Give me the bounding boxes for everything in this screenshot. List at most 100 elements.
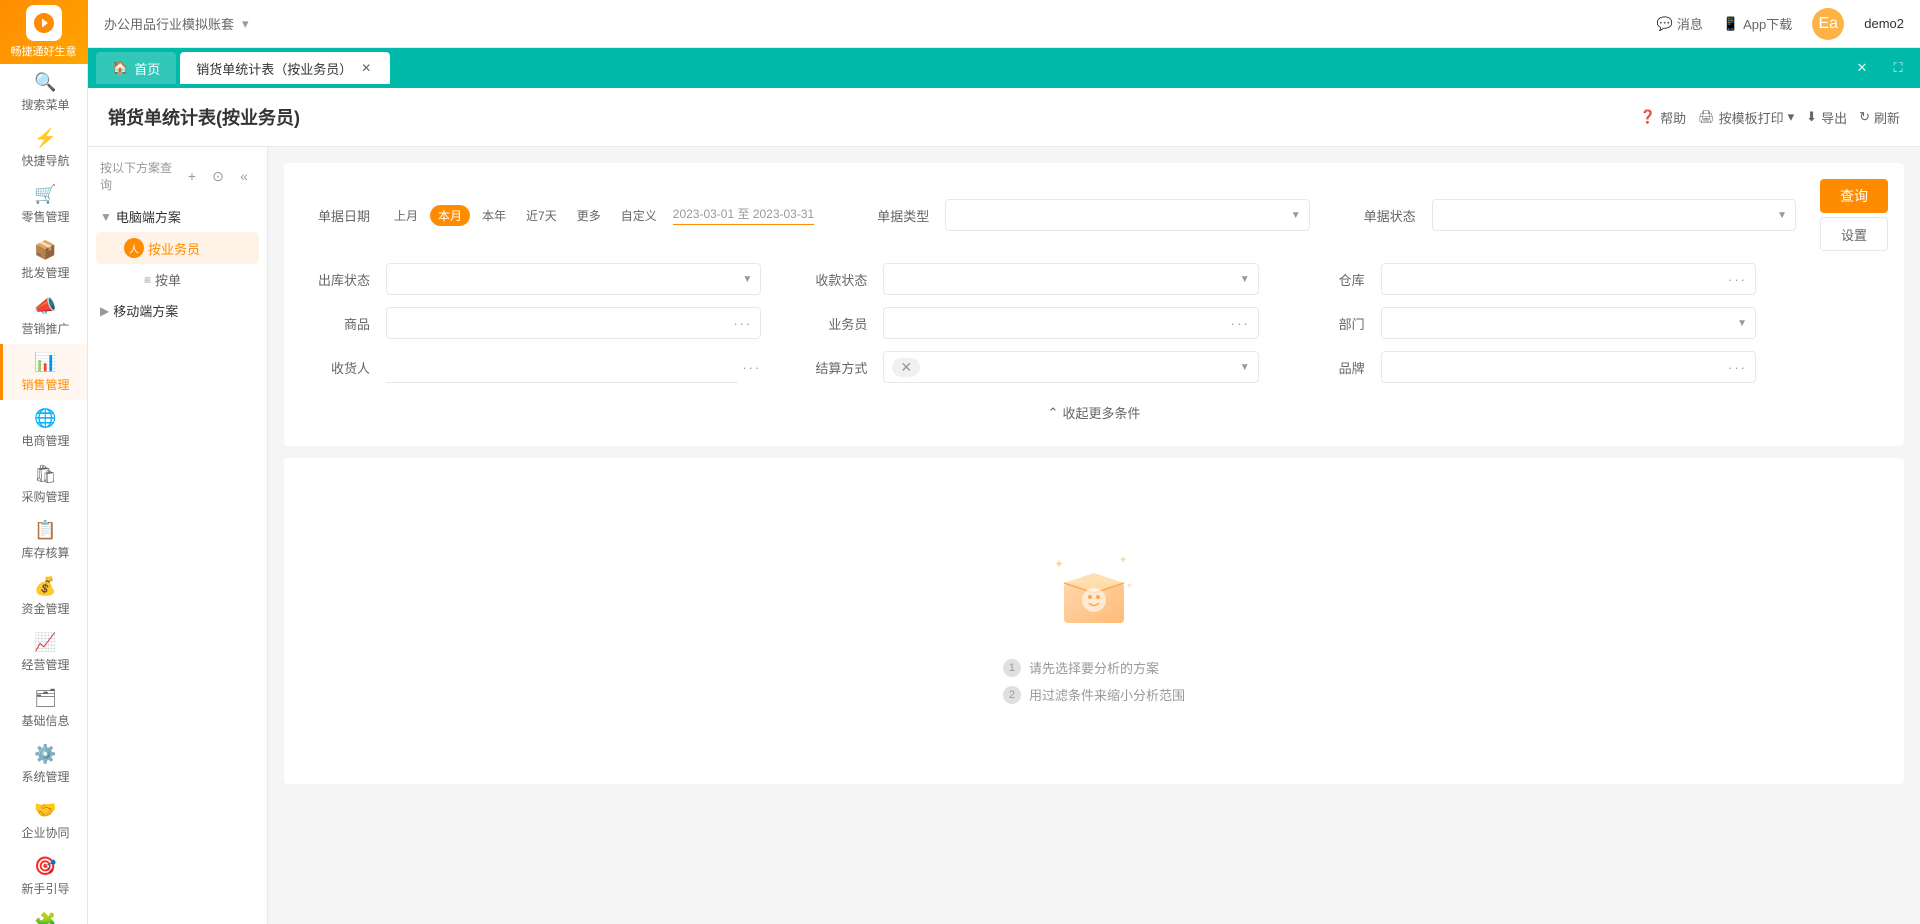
sidebar-item-finance[interactable]: 💰 资金管理: [0, 568, 87, 624]
order-status-arrow: ▼: [1777, 210, 1787, 221]
add-scheme-btn[interactable]: +: [181, 165, 203, 187]
brand-dots[interactable]: ···: [1728, 360, 1747, 375]
out-status-select[interactable]: ▼: [386, 263, 761, 295]
tree-parent-mobile[interactable]: ▶ 移动端方案: [96, 295, 259, 326]
sidebar-item-wholesale[interactable]: 📦 批发管理: [0, 232, 87, 288]
breadcrumb: 办公用品行业模拟账套: [104, 14, 234, 33]
page-title: 销货单统计表(按业务员): [108, 104, 300, 146]
export-btn[interactable]: ⬇ 导出: [1806, 108, 1847, 127]
sidebar-item-sales[interactable]: 📊 销售管理: [0, 344, 87, 400]
warehouse-select[interactable]: ···: [1381, 263, 1756, 295]
sidebar-item-operations[interactable]: 📈 经营管理: [0, 624, 87, 680]
app-download-action[interactable]: 📱 App下载: [1723, 14, 1792, 33]
newbie-icon: 🎯: [34, 856, 56, 877]
sidebar-item-newbie[interactable]: 🎯 新手引导: [0, 848, 87, 904]
left-panel: 按以下方案查询 + ⊙ « ▼ 电脑端方案 人 按业务员 ≡ 按单: [88, 147, 268, 924]
tree-arrow-right: ▶: [100, 304, 109, 318]
date-tab-last-7[interactable]: 近7天: [518, 205, 565, 226]
marketing-icon: 📣: [34, 296, 56, 317]
settlement-select[interactable]: ✕ ▼: [883, 351, 1258, 383]
settlement-clear-btn[interactable]: ✕: [900, 359, 912, 376]
app-download-label: App下载: [1743, 14, 1792, 33]
sidebar-item-marketing[interactable]: 📣 营销推广: [0, 288, 87, 344]
sidebar-item-system[interactable]: ⚙️ 系统管理: [0, 736, 87, 792]
goods-select[interactable]: ···: [386, 307, 761, 339]
settings-btn[interactable]: 设置: [1820, 217, 1888, 251]
template-print-btn[interactable]: 🖨 按模板打印 ▾: [1698, 108, 1794, 127]
help-btn[interactable]: ❓ 帮助: [1640, 108, 1686, 127]
topbar-right: 💬 消息 📱 App下载 Ea demo2: [1657, 8, 1904, 40]
salesperson-label: 业务员: [797, 314, 867, 333]
refresh-btn[interactable]: ↻ 刷新: [1859, 108, 1900, 127]
tree-child-by-salesperson[interactable]: 人 按业务员: [96, 232, 259, 264]
date-tab-this-year[interactable]: 本年: [474, 205, 514, 226]
sidebar-item-apps[interactable]: 🧩 应用中心: [0, 904, 87, 924]
salesperson-select[interactable]: ···: [883, 307, 1258, 339]
order-scheme-icon: ≡: [144, 273, 151, 287]
username-label[interactable]: demo2: [1864, 16, 1904, 31]
app-logo[interactable]: 畅捷通好生意: [0, 0, 88, 64]
tab-expand-btn[interactable]: ⛶: [1884, 54, 1912, 82]
sidebar-item-retail[interactable]: 🛒 零售管理: [0, 176, 87, 232]
sidebar-item-purchase[interactable]: 🛍 采购管理: [0, 456, 87, 512]
date-tab-this-month[interactable]: 本月: [430, 205, 470, 226]
sidebar-item-cooperation[interactable]: 🤝 企业协同: [0, 792, 87, 848]
date-tab-more[interactable]: 更多: [569, 205, 609, 226]
collection-status-select[interactable]: ▼: [883, 263, 1258, 295]
date-tab-last-month[interactable]: 上月: [386, 205, 426, 226]
consignee-input[interactable]: [386, 351, 738, 383]
brand-select[interactable]: ···: [1381, 351, 1756, 383]
salesperson-scheme-icon: 人: [124, 238, 144, 258]
avatar[interactable]: Ea: [1812, 8, 1844, 40]
template-print-label: 按模板打印: [1719, 108, 1784, 127]
page-header-actions: ❓ 帮助 🖨 按模板打印 ▾ ⬇ 导出 ↻ 刷新: [1640, 108, 1900, 143]
sidebar-item-quick-nav[interactable]: ⚡ 快捷导航: [0, 120, 87, 176]
logo-icon: [26, 5, 62, 41]
collapse-bar[interactable]: ⌃ 收起更多条件: [300, 395, 1888, 430]
department-arrow: ▼: [1737, 318, 1747, 329]
order-type-select[interactable]: ▼: [945, 199, 1309, 231]
department-select[interactable]: ▼: [1381, 307, 1756, 339]
topbar-left: 办公用品行业模拟账套 ▾: [104, 14, 249, 33]
consignee-dots[interactable]: ···: [742, 360, 761, 375]
tree-child-by-order[interactable]: ≡ 按单: [96, 264, 259, 295]
breadcrumb-dropdown[interactable]: ▾: [242, 16, 249, 32]
order-status-select[interactable]: ▼: [1432, 199, 1796, 231]
message-action[interactable]: 💬 消息: [1657, 14, 1703, 33]
sidebar-item-inventory[interactable]: 📋 库存核算: [0, 512, 87, 568]
salesperson-control: ···: [883, 307, 1258, 339]
goods-label: 商品: [300, 314, 370, 333]
salesperson-scheme-label: 按业务员: [148, 239, 200, 258]
left-panel-title: 按以下方案查询: [100, 159, 181, 193]
query-btn[interactable]: 查询: [1820, 179, 1888, 213]
empty-tip-2-text: 用过滤条件来缩小分析范围: [1029, 685, 1185, 704]
tab-close-icon[interactable]: ✕: [358, 60, 374, 76]
warehouse-dots[interactable]: ···: [1728, 272, 1747, 287]
goods-dots[interactable]: ···: [733, 316, 752, 331]
tab-close-window-btn[interactable]: ✕: [1848, 54, 1876, 82]
sidebar-item-basic[interactable]: 🗂 基础信息: [0, 680, 87, 736]
tab-home[interactable]: 🏠 首页: [96, 52, 176, 84]
sidebar-item-ecommerce[interactable]: 🌐 电商管理: [0, 400, 87, 456]
salesperson-dots[interactable]: ···: [1231, 316, 1250, 331]
app-download-icon: 📱: [1723, 16, 1739, 32]
date-range-text[interactable]: 2023-03-01 至 2023-03-31: [673, 205, 814, 225]
out-status-arrow: ▼: [742, 274, 752, 285]
collection-status-control: ▼: [883, 263, 1258, 295]
department-label: 部门: [1295, 314, 1365, 333]
collapse-panel-btn[interactable]: «: [233, 165, 255, 187]
empty-state: ✦ ✦ ✦ 1 请先选择要分析的方案 2 用过滤条件来缩小分析范围: [284, 458, 1904, 784]
right-panel: 单据日期 上月 本月 本年 近7天 更多 自定义 2023-03-01 至 20…: [268, 147, 1920, 924]
sidebar: 畅捷通好生意 🔍 搜索菜单 ⚡ 快捷导航 🛒 零售管理 📦 批发管理 📣 营销推…: [0, 0, 88, 924]
print-dropdown-icon: ▾: [1788, 109, 1795, 125]
consignee-control: ···: [386, 351, 761, 383]
edit-scheme-btn[interactable]: ⊙: [207, 165, 229, 187]
date-tab-custom[interactable]: 自定义: [613, 205, 665, 226]
order-type-label: 单据类型: [859, 206, 929, 225]
tree-group-pc: ▼ 电脑端方案 人 按业务员 ≡ 按单: [88, 201, 267, 295]
filter-row-3: 商品 ··· 业务员 ··· 部门: [300, 307, 1888, 339]
sidebar-item-search[interactable]: 🔍 搜索菜单: [0, 64, 87, 120]
tab-sales-stat[interactable]: 销货单统计表（按业务员） ✕: [180, 52, 390, 84]
page-header: 销货单统计表(按业务员) ❓ 帮助 🖨 按模板打印 ▾ ⬇ 导出 ↻ 刷新: [88, 88, 1920, 147]
tree-parent-pc[interactable]: ▼ 电脑端方案: [96, 201, 259, 232]
